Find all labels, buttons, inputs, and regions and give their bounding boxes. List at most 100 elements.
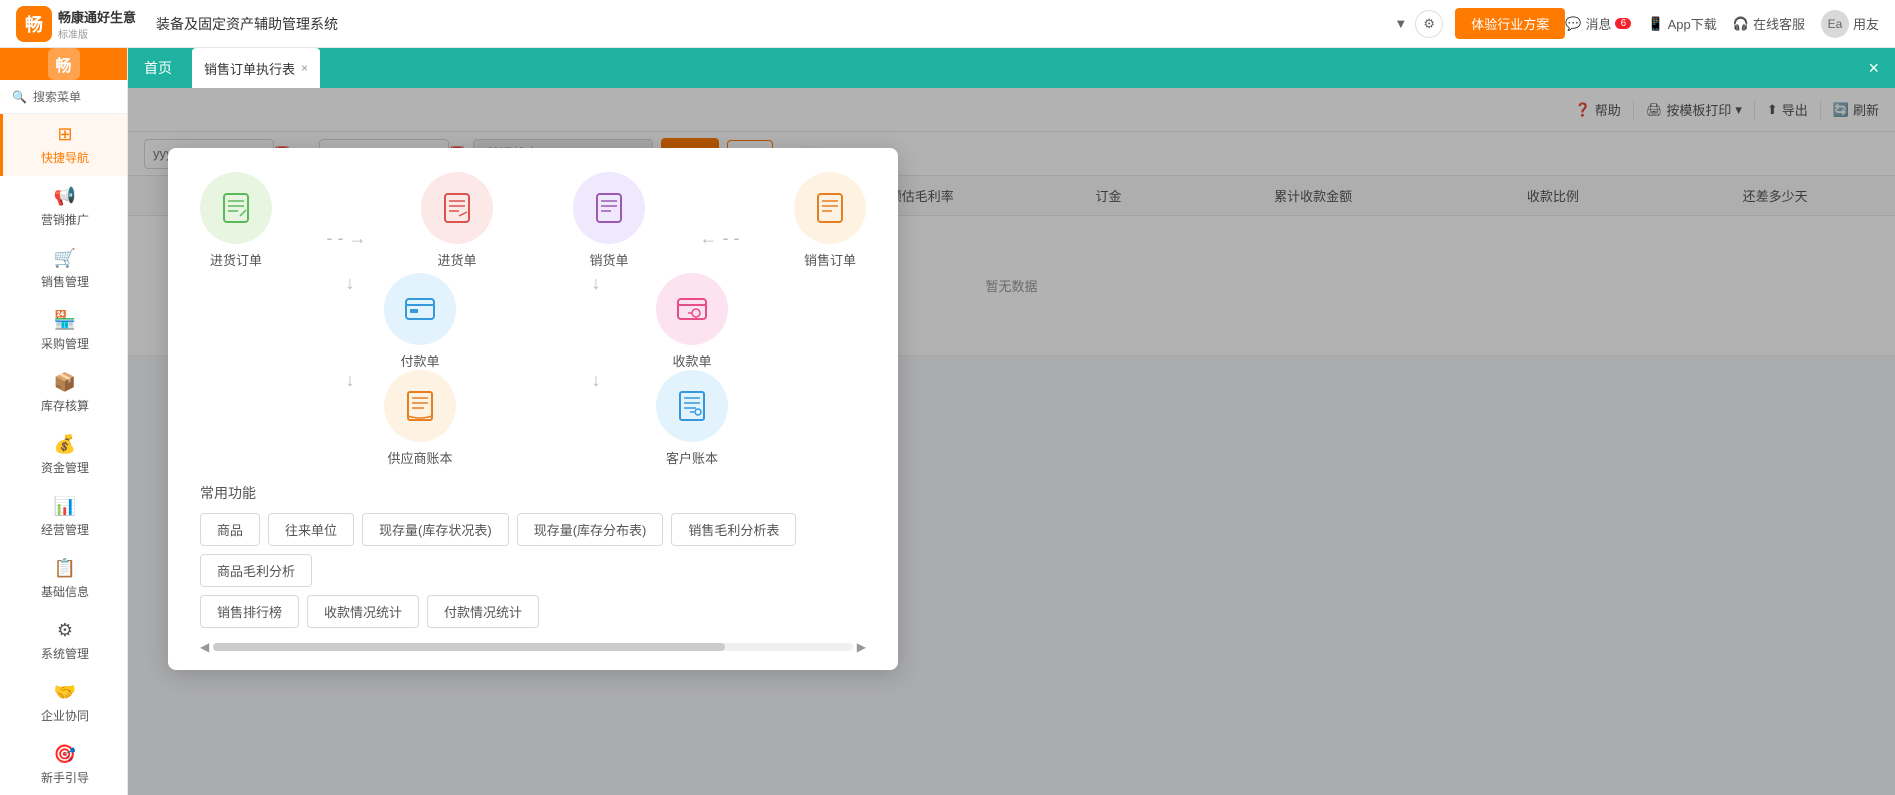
flow-label-payment: 付款单 — [400, 351, 439, 370]
tab-home[interactable]: 首页 — [128, 48, 188, 88]
sidebar-item-label-enterprise: 企业协同 — [41, 707, 89, 724]
sidebar-item-marketing[interactable]: 📢 营销推广 — [0, 176, 127, 238]
app-icon: 📱 — [1647, 16, 1663, 32]
func-btn-inventory-status[interactable]: 现存量(库存状况表) — [362, 513, 509, 546]
newbie-icon: 🎯 — [54, 744, 76, 765]
flow-col-supplier-ledger: 供应商账本 — [360, 370, 480, 467]
flow-node-receipt[interactable] — [656, 273, 728, 345]
flow-col-purchase-bill: 进货单 — [421, 172, 493, 269]
avatar: Ea — [1821, 10, 1849, 38]
search-menu-button[interactable]: 🔍 搜索菜单 — [0, 80, 127, 114]
func-btn-sales-profit[interactable]: 销售毛利分析表 — [671, 513, 796, 546]
message-label: 消息 — [1585, 14, 1611, 33]
func-btn-goods-profit[interactable]: 商品毛利分析 — [200, 554, 312, 587]
flow-arrow-h1: - - → — [272, 228, 421, 269]
system-name: 装备及固定资产辅助管理系统 — [156, 14, 1386, 34]
sidebar-item-label-basic-info: 基础信息 — [41, 583, 89, 600]
sidebar-item-operations[interactable]: 📊 经营管理 — [0, 486, 127, 548]
quick-nav-icon: ⊞ — [57, 124, 72, 145]
flow-node-supplier-ledger[interactable] — [384, 370, 456, 442]
flow-node-customer-ledger[interactable] — [656, 370, 728, 442]
message-icon: 💬 — [1565, 16, 1581, 32]
sidebar-logo: 畅 — [0, 48, 127, 80]
sidebar-item-label-finance: 资金管理 — [41, 459, 89, 476]
online-service-button[interactable]: 🎧 在线客服 — [1733, 14, 1805, 33]
settings-button[interactable]: ⚙ — [1415, 10, 1443, 38]
sidebar-item-sales[interactable]: 🛒 销售管理 — [0, 238, 127, 300]
user-info[interactable]: Ea 用友 — [1821, 10, 1879, 38]
sidebar-item-sys-mgmt[interactable]: ⚙ 系统管理 — [0, 610, 127, 672]
flow-arrow-h2: ← - - — [645, 228, 794, 269]
sidebar-item-purchase[interactable]: 🏪 采购管理 — [0, 300, 127, 362]
flow-col-sales-order: 销售订单 — [794, 172, 866, 269]
inventory-icon: 📦 — [54, 372, 76, 393]
sidebar-item-label-purchase: 采购管理 — [41, 335, 89, 352]
sidebar-item-label-quick-nav: 快捷导航 — [41, 149, 89, 166]
search-icon: 🔍 — [12, 90, 27, 104]
dropdown-button[interactable]: ▼ — [1386, 16, 1415, 31]
flow-node-sales-order[interactable] — [794, 172, 866, 244]
app-download-button[interactable]: 📱 App下载 — [1647, 14, 1716, 33]
main-area: 畅 🔍 搜索菜单 ⊞ 快捷导航 📢 营销推广 🛒 销售管理 🏪 采购管理 — [0, 48, 1895, 795]
sidebar-item-label-marketing: 营销推广 — [41, 211, 89, 228]
flow-node-payment[interactable] — [384, 273, 456, 345]
sidebar-item-enterprise[interactable]: 🤝 企业协同 — [0, 672, 127, 734]
flow-node-sales-bill[interactable] — [573, 172, 645, 244]
flow-label-sales-order: 销售订单 — [804, 250, 856, 269]
flow-label-customer-ledger: 客户账本 — [666, 448, 718, 467]
flow-label-purchase-bill: 进货单 — [437, 250, 476, 269]
marketing-icon: 📢 — [54, 186, 76, 207]
sidebar-item-basic-info[interactable]: 📋 基础信息 — [0, 548, 127, 610]
logo-line1: 畅康通好生意 — [58, 7, 136, 26]
sidebar-item-label-newbie: 新手引导 — [41, 769, 89, 786]
flow-label-receipt: 收款单 — [672, 351, 711, 370]
app-wrapper: 畅 畅康通好生意 标准版 装备及固定资产辅助管理系统 ▼ ⚙ 体验行业方案 💬 … — [0, 0, 1895, 795]
operations-icon: 📊 — [54, 496, 76, 517]
func-btn-inventory-dist[interactable]: 现存量(库存分布表) — [517, 513, 664, 546]
scroll-right-arrow[interactable]: ▶ — [857, 640, 866, 654]
user-name: 用友 — [1853, 14, 1879, 33]
message-badge: 6 — [1615, 18, 1631, 29]
content-area: 首页 销售订单执行表 × × ❓ 帮助 — [128, 48, 1895, 795]
sidebar-item-label-sys-mgmt: 系统管理 — [41, 645, 89, 662]
scrollbar-track[interactable] — [213, 643, 853, 651]
basic-info-icon: 📋 — [54, 558, 76, 579]
sys-mgmt-icon: ⚙ — [57, 620, 73, 641]
service-icon: 🎧 — [1733, 16, 1749, 32]
logo-line2: 标准版 — [58, 26, 136, 41]
popup: 进货订单 - - → 进货单 — [168, 148, 898, 670]
trial-button[interactable]: 体验行业方案 — [1455, 8, 1565, 39]
func-btn-goods[interactable]: 商品 — [200, 513, 260, 546]
sidebar-item-label-sales: 销售管理 — [41, 273, 89, 290]
func-btn-sales-rank[interactable]: 销售排行榜 — [200, 595, 299, 628]
flow-node-purchase-order[interactable] — [200, 172, 272, 244]
purchase-icon: 🏪 — [54, 310, 76, 331]
tab-active[interactable]: 销售订单执行表 × — [192, 48, 320, 88]
tab-bar-close-right[interactable]: × — [1868, 58, 1895, 79]
func-btn-payment-stats[interactable]: 付款情况统计 — [427, 595, 539, 628]
logo-icon: 畅 — [16, 6, 52, 42]
flow-label-supplier-ledger: 供应商账本 — [387, 448, 452, 467]
func-btn-receipt-stats[interactable]: 收款情况统计 — [307, 595, 419, 628]
sidebar-item-finance[interactable]: 💰 资金管理 — [0, 424, 127, 486]
common-func-title: 常用功能 — [200, 483, 866, 503]
sidebar-item-quick-nav[interactable]: ⊞ 快捷导航 — [0, 114, 127, 176]
sidebar: 畅 🔍 搜索菜单 ⊞ 快捷导航 📢 营销推广 🛒 销售管理 🏪 采购管理 — [0, 48, 128, 795]
message-button[interactable]: 💬 消息 6 — [1565, 14, 1631, 33]
top-right-area: 💬 消息 6 📱 App下载 🎧 在线客服 Ea 用友 — [1565, 10, 1879, 38]
scroll-left-arrow[interactable]: ◀ — [200, 640, 209, 654]
func-btn-partner[interactable]: 往来单位 — [268, 513, 354, 546]
top-bar: 畅 畅康通好生意 标准版 装备及固定资产辅助管理系统 ▼ ⚙ 体验行业方案 💬 … — [0, 0, 1895, 48]
tab-close-button[interactable]: × — [301, 61, 308, 75]
sidebar-item-newbie[interactable]: 🎯 新手引导 — [0, 734, 127, 795]
scrollbar-thumb[interactable] — [213, 643, 725, 651]
flow-col-payment: 付款单 — [360, 273, 480, 370]
sidebar-item-label-inventory: 库存核算 — [41, 397, 89, 414]
flow-node-purchase-bill[interactable] — [421, 172, 493, 244]
func-btns-row2: 销售排行榜 收款情况统计 付款情况统计 — [200, 595, 866, 628]
logo-text: 畅康通好生意 标准版 — [58, 7, 136, 41]
sales-icon: 🛒 — [54, 248, 76, 269]
sidebar-item-inventory[interactable]: 📦 库存核算 — [0, 362, 127, 424]
popup-scrollbar: ◀ ▶ — [200, 640, 866, 654]
sidebar-logo-icon: 畅 — [48, 48, 80, 80]
